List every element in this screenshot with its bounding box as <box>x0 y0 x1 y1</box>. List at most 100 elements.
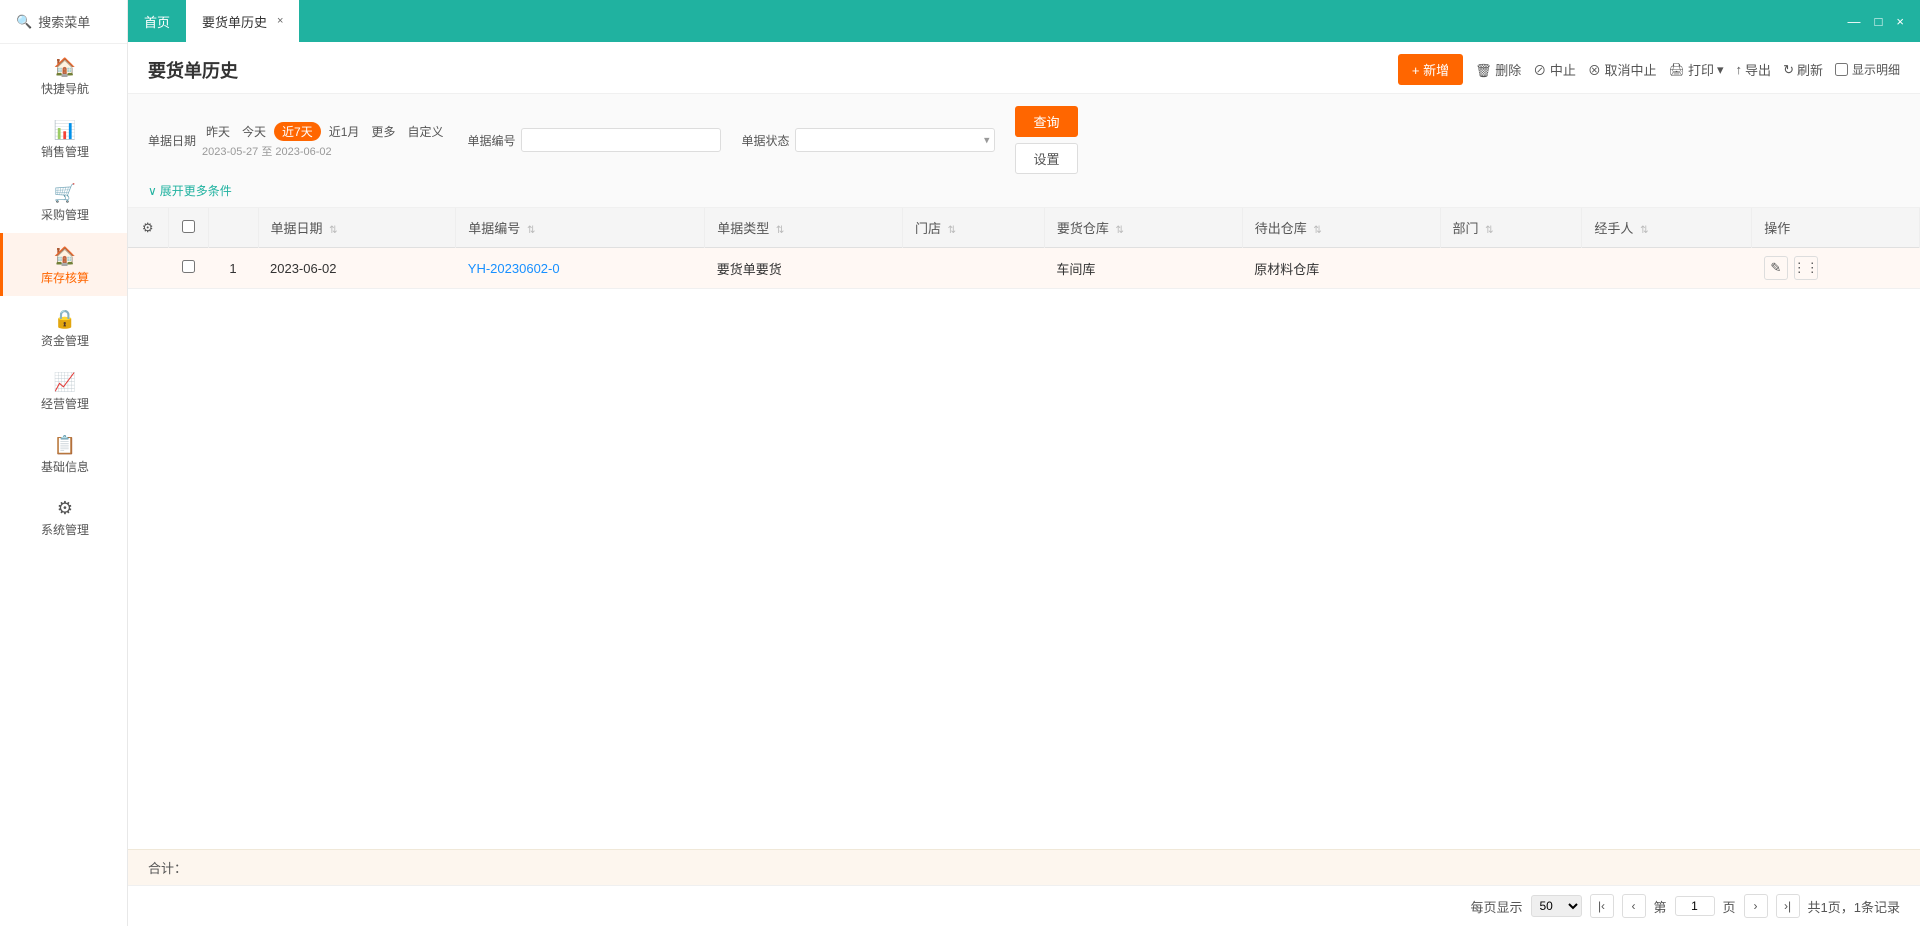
th-doc-no[interactable]: 单据编号 ⇅ <box>456 208 705 248</box>
main-area: 首页 要货单历史 × — □ × 要货单历史 + 新增 🗑 删除 ⊘ 中止 ⊗ … <box>128 0 1920 926</box>
th-date[interactable]: 单据日期 ⇅ <box>258 208 456 248</box>
status-label: 单据状态 <box>741 132 789 149</box>
tab-requisition-history[interactable]: 要货单历史 × <box>186 0 299 42</box>
sidebar-item-basic[interactable]: 📋 基础信息 <box>0 422 127 485</box>
row-checkbox[interactable] <box>182 260 195 273</box>
select-all-checkbox[interactable] <box>182 220 195 233</box>
cancel-stop-button[interactable]: ⊗ 取消中止 <box>1588 60 1657 79</box>
sidebar-item-purchase[interactable]: 🛒 采购管理 <box>0 170 127 233</box>
date-btn-more[interactable]: 更多 <box>367 122 399 141</box>
td-doc-no: YH-20230602-0 <box>456 248 705 289</box>
sales-icon: 📊 <box>54 121 76 139</box>
export-label: 导出 <box>1745 60 1771 79</box>
th-num <box>208 208 258 248</box>
add-button[interactable]: + 新增 <box>1398 54 1463 85</box>
sidebar-item-inventory[interactable]: 🏠 库存核算 <box>0 233 127 296</box>
delete-button[interactable]: 🗑 删除 <box>1475 60 1521 79</box>
refresh-icon: ↻ <box>1783 62 1794 78</box>
td-pending-wh: 原材料仓库 <box>1242 248 1440 289</box>
td-req-wh: 车间库 <box>1044 248 1242 289</box>
export-button[interactable]: ↑ 导出 <box>1736 60 1772 79</box>
refresh-button[interactable]: ↻ 刷新 <box>1783 60 1823 79</box>
th-action: 操作 <box>1752 208 1920 248</box>
sort-doc-type-icon: ⇅ <box>776 225 784 236</box>
expand-more-label: 展开更多条件 <box>160 182 232 199</box>
date-btn-1month[interactable]: 近1月 <box>325 122 364 141</box>
sidebar-item-finance[interactable]: 🔒 资金管理 <box>0 296 127 359</box>
show-detail-checkbox[interactable] <box>1835 63 1848 76</box>
action-more-icon[interactable]: ⋮⋮ <box>1794 256 1818 280</box>
th-doc-no-label: 单据编号 <box>468 221 520 236</box>
page-number-input[interactable]: 1 <box>1675 896 1715 916</box>
sidebar-search[interactable]: 🔍 搜索菜单 <box>0 0 127 44</box>
th-handler-label: 经手人 <box>1594 221 1633 236</box>
window-minimize-button[interactable]: — <box>1848 14 1861 29</box>
table-body: 1 2023-06-02 YH-20230602-0 要货单要货 车间库 原材料… <box>128 248 1920 289</box>
topbar: 首页 要货单历史 × — □ × <box>128 0 1920 42</box>
page-size-label: 每页显示 <box>1470 897 1522 916</box>
th-store-label: 门店 <box>915 221 941 236</box>
pagination-summary: 共1页，1条记录 <box>1808 897 1900 916</box>
print-label: 打印 <box>1688 60 1714 79</box>
next-page-button[interactable]: › <box>1744 894 1768 918</box>
window-close-button[interactable]: × <box>1896 14 1904 29</box>
th-dept[interactable]: 部门 ⇅ <box>1440 208 1582 248</box>
th-req-wh[interactable]: 要货仓库 ⇅ <box>1044 208 1242 248</box>
tab-home-label: 首页 <box>144 12 170 31</box>
filter-row: 单据日期 昨天 今天 近7天 近1月 更多 自定义 2023-05-27 至 2… <box>148 106 1900 174</box>
th-settings[interactable]: ⚙ <box>128 208 168 248</box>
sort-doc-no-icon: ⇅ <box>527 225 535 236</box>
sidebar-item-label: 系统管理 <box>41 521 89 538</box>
sidebar-item-label: 销售管理 <box>41 143 89 160</box>
sidebar-search-label: 搜索菜单 <box>38 12 90 31</box>
th-pending-wh-label: 待出仓库 <box>1255 221 1307 236</box>
setting-button[interactable]: 设置 <box>1015 143 1077 174</box>
sidebar: 🔍 搜索菜单 🏠 快捷导航 📊 销售管理 🛒 采购管理 🏠 库存核算 🔒 资金管… <box>0 0 128 926</box>
doc-no-filter-item: 单据编号 <box>467 128 721 152</box>
page-label: 第 <box>1654 897 1667 916</box>
date-btn-custom[interactable]: 自定义 <box>403 122 447 141</box>
expand-chevron-icon: ∨ <box>148 184 157 198</box>
query-button[interactable]: 查询 <box>1015 106 1077 137</box>
status-filter-item: 单据状态 <box>741 128 995 152</box>
td-date: 2023-06-02 <box>258 248 456 289</box>
tab-close-icon[interactable]: × <box>277 15 283 27</box>
th-pending-wh[interactable]: 待出仓库 ⇅ <box>1242 208 1440 248</box>
operation-icon: 📈 <box>54 373 76 391</box>
date-btn-yesterday[interactable]: 昨天 <box>202 122 234 141</box>
doc-no-label: 单据编号 <box>467 132 515 149</box>
th-store[interactable]: 门店 ⇅ <box>902 208 1044 248</box>
table-wrapper: ⚙ 单据日期 ⇅ 单据编号 ⇅ <box>128 208 1920 849</box>
status-select[interactable] <box>795 128 995 152</box>
print-button[interactable]: 🖨 打印 ▾ <box>1668 60 1723 79</box>
th-handler[interactable]: 经手人 ⇅ <box>1582 208 1752 248</box>
window-maximize-button[interactable]: □ <box>1875 14 1883 29</box>
home-icon: 🏠 <box>54 58 76 76</box>
th-checkbox <box>168 208 208 248</box>
prev-page-button[interactable]: ‹ <box>1622 894 1646 918</box>
sort-pending-wh-icon: ⇅ <box>1313 225 1321 236</box>
first-page-button[interactable]: |‹ <box>1590 894 1614 918</box>
expand-more[interactable]: ∨ 展开更多条件 <box>148 182 1900 199</box>
page-size-select[interactable]: 50 20 100 <box>1531 895 1582 917</box>
last-page-button[interactable]: ›| <box>1776 894 1800 918</box>
th-doc-type[interactable]: 单据类型 ⇅ <box>705 208 903 248</box>
page-unit: 页 <box>1723 897 1736 916</box>
date-btn-today[interactable]: 今天 <box>238 122 270 141</box>
date-btn-7days[interactable]: 近7天 <box>274 122 321 141</box>
tab-active-label: 要货单历史 <box>202 12 267 31</box>
doc-no-link[interactable]: YH-20230602-0 <box>468 261 560 276</box>
page-title: 要货单历史 <box>148 57 1398 83</box>
date-filter-item: 单据日期 昨天 今天 近7天 近1月 更多 自定义 2023-05-27 至 2… <box>148 122 447 159</box>
table-header-row: ⚙ 单据日期 ⇅ 单据编号 ⇅ <box>128 208 1920 248</box>
sidebar-item-quick-nav[interactable]: 🏠 快捷导航 <box>0 44 127 107</box>
sidebar-item-operation[interactable]: 📈 经营管理 <box>0 359 127 422</box>
sidebar-item-system[interactable]: ⚙ 系统管理 <box>0 485 127 548</box>
tab-home[interactable]: 首页 <box>128 0 186 42</box>
action-edit-icon[interactable]: ✎ <box>1764 256 1788 280</box>
show-detail-checkbox-label[interactable]: 显示明细 <box>1835 61 1900 78</box>
doc-no-input[interactable] <box>521 128 721 152</box>
sidebar-item-sales[interactable]: 📊 销售管理 <box>0 107 127 170</box>
stop-button[interactable]: ⊘ 中止 <box>1533 60 1576 79</box>
sort-store-icon: ⇅ <box>948 225 956 236</box>
